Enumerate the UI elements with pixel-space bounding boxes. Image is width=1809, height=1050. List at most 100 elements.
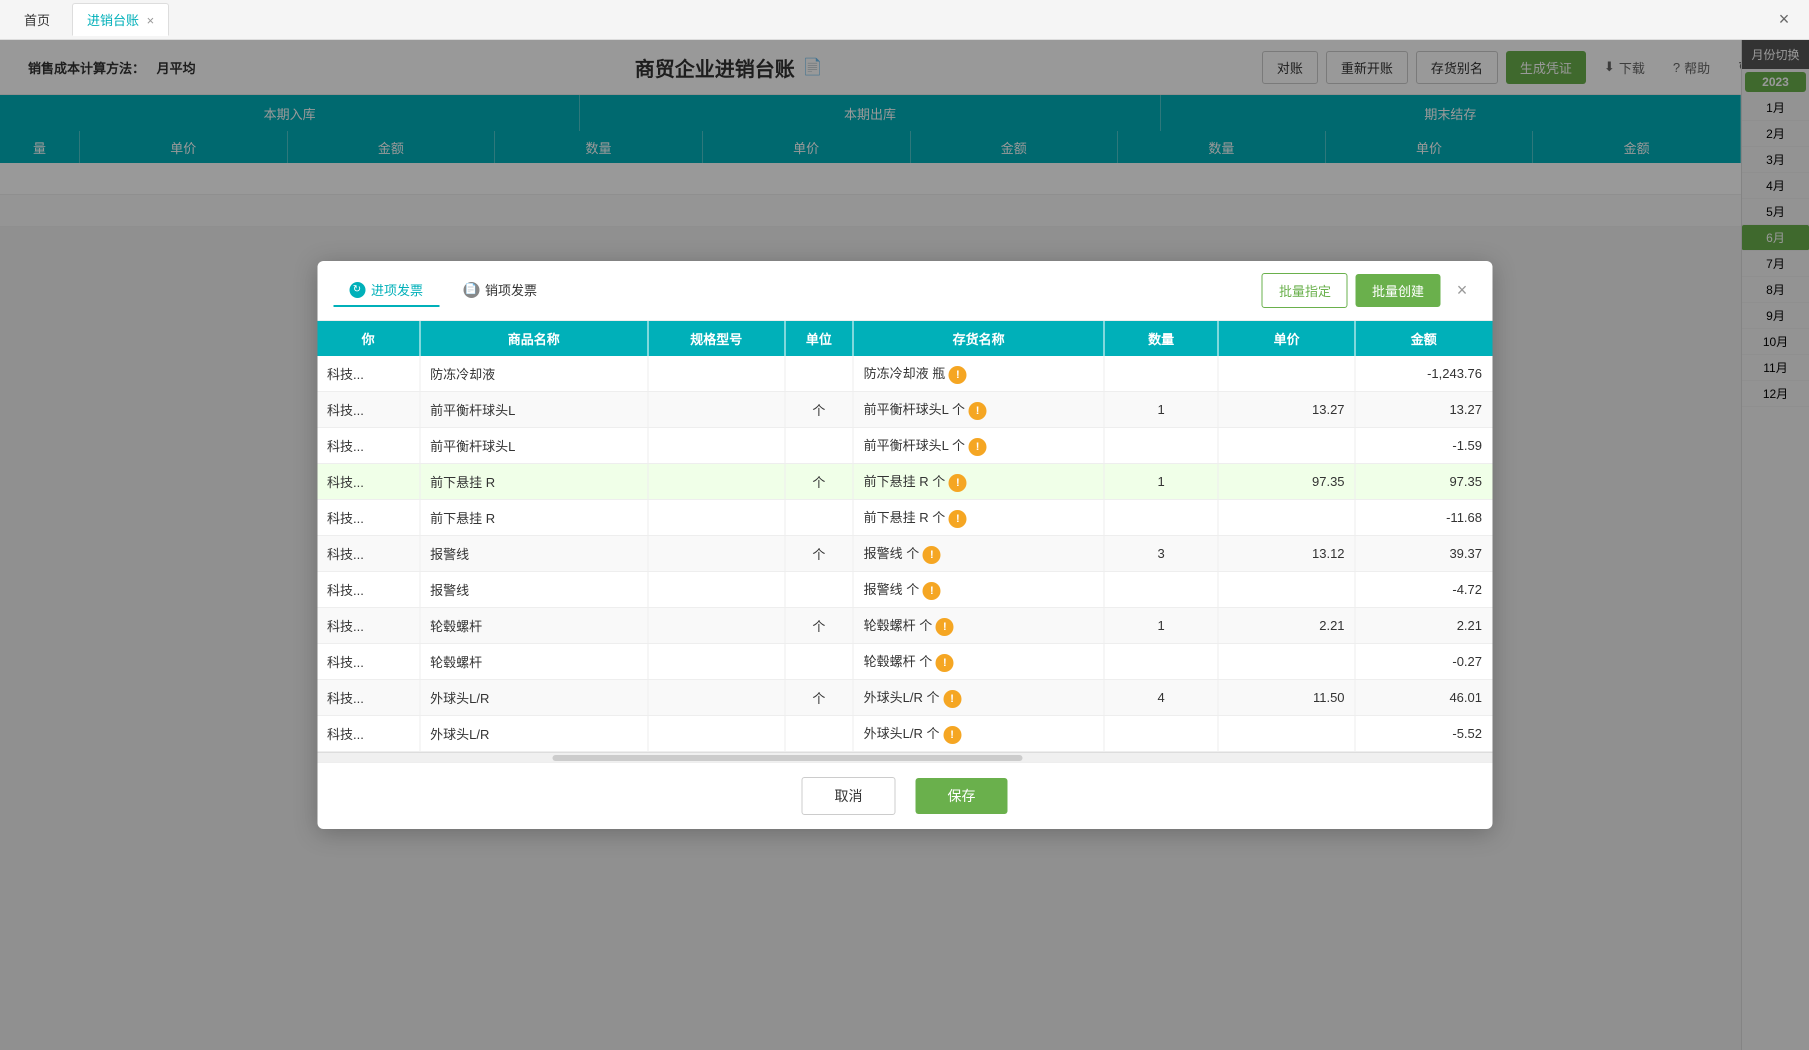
cell-spec [648, 500, 785, 536]
sales-tab-label: 销项发票 [485, 280, 537, 299]
cell-amount: 46.01 [1355, 680, 1492, 716]
cell-spec [648, 536, 785, 572]
cell-company: 科技... [317, 680, 420, 716]
cell-stock-name: 轮毂螺杆 个 ! [853, 608, 1104, 644]
cell-company: 科技... [317, 500, 420, 536]
col-price: 单价 [1218, 321, 1355, 356]
warn-icon[interactable]: ! [949, 474, 967, 492]
col-amount: 金额 [1355, 321, 1492, 356]
table-row[interactable]: 科技... 前平衡杆球头L 个 前平衡杆球头L 个 ! 1 13.27 13.2… [317, 392, 1492, 428]
cell-product-name: 前下悬挂 R [420, 464, 648, 500]
warn-icon[interactable]: ! [949, 366, 967, 384]
modal-footer: 取消 保存 [317, 762, 1492, 829]
cell-unit [785, 644, 853, 680]
cell-unit [785, 428, 853, 464]
cell-qty: 1 [1104, 464, 1218, 500]
warn-icon[interactable]: ! [969, 438, 987, 456]
batch-create-button[interactable]: 批量创建 [1356, 274, 1440, 307]
cell-spec [648, 644, 785, 680]
cell-unit [785, 500, 853, 536]
modal-table: 你 商品名称 规格型号 单位 存货名称 数量 单价 金额 科技... 防冻冷却液… [317, 321, 1492, 752]
purchase-tab-icon: ↻ [349, 282, 365, 298]
table-row[interactable]: 科技... 轮毂螺杆 个 轮毂螺杆 个 ! 1 2.21 2.21 [317, 608, 1492, 644]
tab-close-icon[interactable]: × [147, 13, 155, 28]
tab-ledger-label: 进销台账 [87, 13, 139, 28]
warn-icon[interactable]: ! [936, 654, 954, 672]
cell-spec [648, 356, 785, 392]
cell-amount: -0.27 [1355, 644, 1492, 680]
cell-company: 科技... [317, 392, 420, 428]
cell-price: 97.35 [1218, 464, 1355, 500]
cell-price [1218, 644, 1355, 680]
cell-product-name: 防冻冷却液 [420, 356, 648, 392]
warn-icon[interactable]: ! [949, 510, 967, 528]
cell-unit [785, 356, 853, 392]
cell-stock-name: 前平衡杆球头L 个 ! [853, 428, 1104, 464]
table-row[interactable]: 科技... 防冻冷却液 防冻冷却液 瓶 ! -1,243.76 [317, 356, 1492, 392]
warn-icon[interactable]: ! [923, 582, 941, 600]
table-row[interactable]: 科技... 前下悬挂 R 前下悬挂 R 个 ! -11.68 [317, 500, 1492, 536]
table-row[interactable]: 科技... 前下悬挂 R 个 前下悬挂 R 个 ! 1 97.35 97.35 [317, 464, 1492, 500]
cell-amount: 2.21 [1355, 608, 1492, 644]
batch-assign-button[interactable]: 批量指定 [1262, 273, 1348, 308]
cell-qty [1104, 716, 1218, 752]
cell-amount: -1.59 [1355, 428, 1492, 464]
cancel-button[interactable]: 取消 [802, 777, 896, 815]
modal-header: ↻ 进项发票 📄 销项发票 批量指定 批量创建 × [317, 261, 1492, 321]
top-bar: 首页 进销台账 × × [0, 0, 1809, 40]
tab-home-label: 首页 [24, 13, 50, 28]
cell-amount: 39.37 [1355, 536, 1492, 572]
tab-home[interactable]: 首页 [10, 4, 64, 35]
cell-product-name: 前下悬挂 R [420, 500, 648, 536]
table-row[interactable]: 科技... 轮毂螺杆 轮毂螺杆 个 ! -0.27 [317, 644, 1492, 680]
cell-amount: -11.68 [1355, 500, 1492, 536]
warn-icon[interactable]: ! [969, 402, 987, 420]
table-row[interactable]: 科技... 报警线 报警线 个 ! -4.72 [317, 572, 1492, 608]
cell-product-name: 外球头L/R [420, 680, 648, 716]
main-area: 销售成本计算方法： 月平均 商贸企业进销台账 📄 对账 重新开账 存货别名 生成… [0, 40, 1809, 1050]
cell-qty [1104, 572, 1218, 608]
tab-sales-invoice[interactable]: 📄 销项发票 [447, 274, 553, 307]
cell-amount: -1,243.76 [1355, 356, 1492, 392]
cell-price [1218, 500, 1355, 536]
cell-qty: 1 [1104, 608, 1218, 644]
cell-spec [648, 572, 785, 608]
cell-amount: 97.35 [1355, 464, 1492, 500]
cell-company: 科技... [317, 536, 420, 572]
cell-price [1218, 572, 1355, 608]
table-row[interactable]: 科技... 前平衡杆球头L 前平衡杆球头L 个 ! -1.59 [317, 428, 1492, 464]
cell-amount: -5.52 [1355, 716, 1492, 752]
cell-unit: 个 [785, 608, 853, 644]
table-row[interactable]: 科技... 报警线 个 报警线 个 ! 3 13.12 39.37 [317, 536, 1492, 572]
cell-price: 13.27 [1218, 392, 1355, 428]
warn-icon[interactable]: ! [943, 726, 961, 744]
cell-product-name: 报警线 [420, 536, 648, 572]
cell-company: 科技... [317, 572, 420, 608]
save-button[interactable]: 保存 [916, 778, 1008, 814]
warn-icon[interactable]: ! [923, 546, 941, 564]
cell-amount: 13.27 [1355, 392, 1492, 428]
cell-stock-name: 外球头L/R 个 ! [853, 680, 1104, 716]
cell-price [1218, 428, 1355, 464]
modal-scrollbar[interactable] [317, 752, 1492, 762]
cell-product-name: 轮毂螺杆 [420, 644, 648, 680]
cell-product-name: 轮毂螺杆 [420, 608, 648, 644]
cell-qty: 3 [1104, 536, 1218, 572]
app-close-button[interactable]: × [1769, 5, 1799, 35]
table-row[interactable]: 科技... 外球头L/R 外球头L/R 个 ! -5.52 [317, 716, 1492, 752]
tab-ledger[interactable]: 进销台账 × [72, 3, 169, 36]
warn-icon[interactable]: ! [936, 618, 954, 636]
table-row[interactable]: 科技... 外球头L/R 个 外球头L/R 个 ! 4 11.50 46.01 [317, 680, 1492, 716]
warn-icon[interactable]: ! [943, 690, 961, 708]
cell-stock-name: 前下悬挂 R 个 ! [853, 464, 1104, 500]
cell-spec [648, 464, 785, 500]
cell-qty [1104, 500, 1218, 536]
cell-product-name: 前平衡杆球头L [420, 428, 648, 464]
modal-close-button[interactable]: × [1448, 277, 1476, 305]
tab-purchase-invoice[interactable]: ↻ 进项发票 [333, 274, 439, 307]
cell-spec [648, 716, 785, 752]
modal-scrollbar-thumb[interactable] [552, 755, 1022, 761]
cell-spec [648, 428, 785, 464]
cell-amount: -4.72 [1355, 572, 1492, 608]
cell-unit: 个 [785, 464, 853, 500]
